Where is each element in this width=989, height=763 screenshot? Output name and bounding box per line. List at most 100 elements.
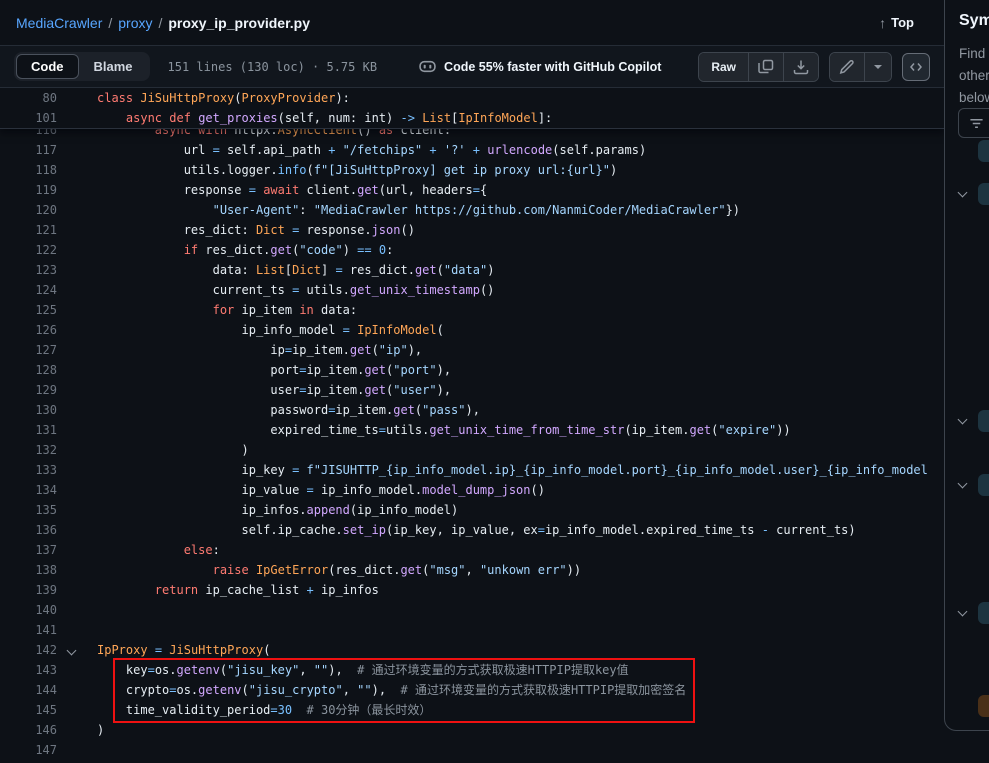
line-number[interactable]: 137 <box>0 540 57 560</box>
code-brackets-icon <box>909 60 923 74</box>
line-number[interactable]: 80 <box>0 88 57 108</box>
symbol-row <box>945 410 989 432</box>
toolbar-buttons: Raw <box>698 52 930 82</box>
collapse-chevron-icon[interactable] <box>67 646 77 656</box>
edit-button[interactable] <box>830 53 864 81</box>
line-number[interactable]: 134 <box>0 480 57 500</box>
symbol-pill[interactable] <box>978 474 989 496</box>
line-number[interactable]: 123 <box>0 260 57 280</box>
line-number[interactable]: 143 <box>0 660 57 680</box>
line-number[interactable]: 138 <box>0 560 57 580</box>
code-line: 127 ip=ip_item.get("ip"), <box>0 340 944 360</box>
code-line: 147 <box>0 740 944 760</box>
symbol-row <box>945 695 989 717</box>
code-text: port=ip_item.get("port"), <box>97 360 451 380</box>
line-number[interactable]: 121 <box>0 220 57 240</box>
top-label: Top <box>891 15 914 30</box>
line-number[interactable]: 145 <box>0 700 57 720</box>
symbol-pill[interactable] <box>978 140 989 162</box>
symbols-filter-button[interactable] <box>958 108 989 138</box>
download-button[interactable] <box>783 53 818 81</box>
code-line: 138 raise IpGetError(res_dict.get("msg",… <box>0 560 944 580</box>
sticky-context-lines: 80class JiSuHttpProxy(ProxyProvider):101… <box>0 88 944 129</box>
line-number[interactable]: 101 <box>0 108 57 128</box>
edit-dropdown-button[interactable] <box>864 53 891 81</box>
file-header: MediaCrawler / proxy / proxy_ip_provider… <box>0 0 944 45</box>
line-number[interactable]: 131 <box>0 420 57 440</box>
code-text: async def get_proxies(self, num: int) ->… <box>97 108 552 128</box>
line-number[interactable]: 142 <box>0 640 57 660</box>
expand-chevron-icon[interactable] <box>958 415 968 425</box>
code-line: 134 ip_value = ip_info_model.model_dump_… <box>0 480 944 500</box>
code-text: ip=ip_item.get("ip"), <box>97 340 422 360</box>
symbol-row <box>945 474 989 496</box>
line-number[interactable]: 130 <box>0 400 57 420</box>
raw-button[interactable]: Raw <box>699 53 748 81</box>
code-text: res_dict: Dict = response.json() <box>97 220 415 240</box>
line-number[interactable]: 128 <box>0 360 57 380</box>
line-number[interactable]: 140 <box>0 600 57 620</box>
code-text: data: List[Dict] = res_dict.get("data") <box>97 260 494 280</box>
line-number[interactable]: 126 <box>0 320 57 340</box>
code-text: ) <box>97 720 104 740</box>
copilot-banner[interactable]: Code 55% faster with GitHub Copilot <box>419 58 661 75</box>
symbol-pill[interactable] <box>978 183 989 205</box>
line-number[interactable]: 135 <box>0 500 57 520</box>
code-blame-switch: Code Blame <box>14 52 150 81</box>
symbols-pane-toggle-button[interactable] <box>902 53 930 81</box>
line-number[interactable]: 118 <box>0 160 57 180</box>
breadcrumb: MediaCrawler / proxy / proxy_ip_provider… <box>16 15 310 31</box>
line-number[interactable]: 129 <box>0 380 57 400</box>
line-number[interactable]: 117 <box>0 140 57 160</box>
line-number[interactable]: 119 <box>0 180 57 200</box>
line-number[interactable]: 139 <box>0 580 57 600</box>
line-number[interactable]: 127 <box>0 340 57 360</box>
breadcrumb-separator: / <box>158 15 162 31</box>
code-line: 124 current_ts = utils.get_unix_timestam… <box>0 280 944 300</box>
code-line: 141 <box>0 620 944 640</box>
code-lines: 116 async with httpx.AsyncClient() as cl… <box>0 120 944 760</box>
line-number[interactable]: 124 <box>0 280 57 300</box>
code-text: time_validity_period=30 # 30分钟（最长时效） <box>97 700 431 720</box>
line-number[interactable]: 147 <box>0 740 57 760</box>
expand-chevron-icon[interactable] <box>958 479 968 489</box>
code-line: 135 ip_infos.append(ip_info_model) <box>0 500 944 520</box>
line-number[interactable]: 141 <box>0 620 57 640</box>
code-text: utils.logger.info(f"[JiSuHttpProxy] get … <box>97 160 617 180</box>
line-number[interactable]: 136 <box>0 520 57 540</box>
line-number[interactable]: 133 <box>0 460 57 480</box>
code-text: expired_time_ts=utils.get_unix_time_from… <box>97 420 791 440</box>
file-stats: 151 lines (130 loc) · 5.75 KB <box>168 60 378 74</box>
line-number[interactable]: 125 <box>0 300 57 320</box>
code-line: 125 for ip_item in data: <box>0 300 944 320</box>
code-line: 101 async def get_proxies(self, num: int… <box>0 108 944 128</box>
code-line: 117 url = self.api_path + "/fetchips" + … <box>0 140 944 160</box>
code-text: ip_value = ip_info_model.model_dump_json… <box>97 480 545 500</box>
expand-chevron-icon[interactable] <box>958 607 968 617</box>
code-line: 145 time_validity_period=30 # 30分钟（最长时效） <box>0 700 944 720</box>
code-line: 129 user=ip_item.get("user"), <box>0 380 944 400</box>
line-number[interactable]: 132 <box>0 440 57 460</box>
line-number[interactable]: 146 <box>0 720 57 740</box>
file-toolbar: Code Blame 151 lines (130 loc) · 5.75 KB… <box>0 45 944 88</box>
code-line: 119 response = await client.get(url, hea… <box>0 180 944 200</box>
symbols-panel-heading: Sym <box>959 12 989 30</box>
code-line: 140 <box>0 600 944 620</box>
line-number[interactable]: 122 <box>0 240 57 260</box>
tab-blame[interactable]: Blame <box>79 54 148 79</box>
tab-code[interactable]: Code <box>16 54 79 79</box>
line-number[interactable]: 144 <box>0 680 57 700</box>
copy-button[interactable] <box>748 53 783 81</box>
expand-chevron-icon[interactable] <box>958 188 968 198</box>
chevron-down-icon <box>874 65 882 69</box>
code-text: return ip_cache_list + ip_infos <box>97 580 379 600</box>
symbol-pill[interactable] <box>978 602 989 624</box>
symbol-pill[interactable] <box>978 410 989 432</box>
symbol-row <box>945 140 989 162</box>
symbol-pill[interactable] <box>978 695 989 717</box>
breadcrumb-repo-link[interactable]: MediaCrawler <box>16 15 102 31</box>
line-number[interactable]: 120 <box>0 200 57 220</box>
breadcrumb-folder-link[interactable]: proxy <box>118 15 152 31</box>
code-line: 130 password=ip_item.get("pass"), <box>0 400 944 420</box>
back-to-top-button[interactable]: ↑ Top <box>879 15 914 31</box>
